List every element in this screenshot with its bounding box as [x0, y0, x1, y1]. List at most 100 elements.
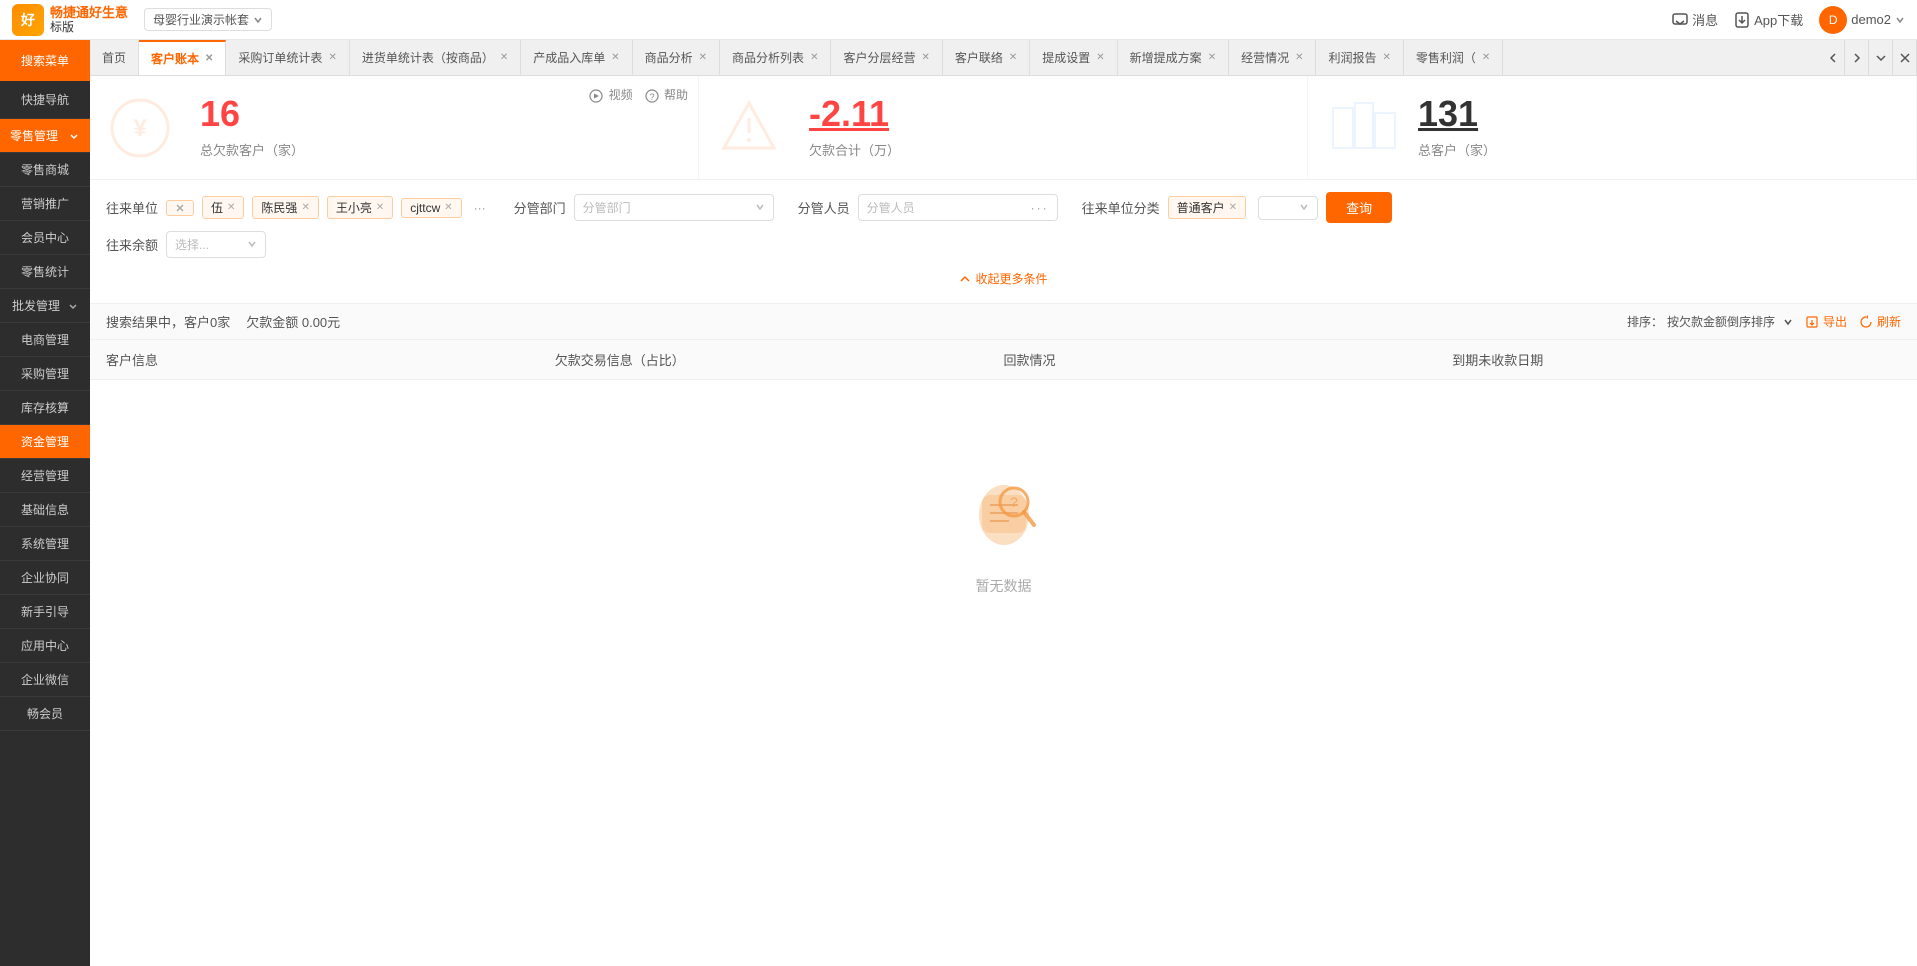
sidebar-item-quick-nav[interactable]: 快捷导航 — [0, 81, 90, 119]
person-label: 分管人员 — [798, 198, 850, 217]
logo: 好 畅捷通好生意 标版 — [12, 4, 128, 36]
search-menu-label[interactable]: 搜索菜单 — [8, 48, 82, 73]
tab-close-advance-settings[interactable]: ✕ — [1096, 52, 1104, 63]
person-select[interactable]: 分管人员 ··· — [858, 194, 1058, 221]
table-header: 客户信息 欠款交易信息（占比） 回款情况 到期未收款日期 — [90, 340, 1917, 380]
stat-label-debt: 欠款合计（万） — [809, 140, 900, 159]
remove-tag-cjttcw[interactable]: ✕ — [444, 202, 452, 213]
export-button[interactable]: 导出 — [1805, 313, 1847, 330]
sidebar-search-area[interactable]: 搜索菜单 — [0, 40, 90, 81]
sidebar-item-wechat[interactable]: 企业微信 — [0, 663, 90, 697]
filter-section: 往来单位 伍 ✕ 陈民强 ✕ 王小亮 — [90, 180, 1917, 304]
tab-purchase-orders[interactable]: 采购订单统计表 ✕ — [226, 40, 349, 76]
filter-tag-unit-all — [166, 200, 194, 216]
tab-new-advance[interactable]: 新增提成方案 ✕ — [1118, 40, 1229, 76]
sidebar-item-app-center[interactable]: 应用中心 — [0, 629, 90, 663]
sort-area: 排序： 按欠款金额倒序排序 — [1627, 313, 1793, 330]
remove-tag-wang[interactable]: ✕ — [376, 202, 384, 213]
svg-text:¥: ¥ — [133, 115, 147, 142]
tab-product-analysis[interactable]: 商品分析 ✕ — [633, 40, 720, 76]
tab-bar: 首页 客户账本 ✕ 采购订单统计表 ✕ 进货单统计表（按商品） ✕ 产成品入库单… — [90, 40, 1917, 76]
sidebar-item-enterprise[interactable]: 企业协同 — [0, 561, 90, 595]
tab-customer-account[interactable]: 客户账本 ✕ — [139, 40, 226, 76]
help-link[interactable]: ? 帮助 — [645, 86, 688, 103]
svg-text:?: ? — [1010, 494, 1018, 510]
sort-select[interactable]: 按欠款金额倒序排序 — [1667, 313, 1793, 330]
balance-select[interactable]: 选择... — [166, 231, 266, 258]
tab-purchase-stats[interactable]: 进货单统计表（按商品） ✕ — [350, 40, 521, 76]
query-button[interactable]: 查询 — [1326, 192, 1392, 223]
empty-text: 暂无数据 — [976, 576, 1032, 596]
sidebar-item-newbie[interactable]: 新手引导 — [0, 595, 90, 629]
tab-close-operations[interactable]: ✕ — [1295, 52, 1303, 63]
sidebar-item-retail-mall[interactable]: 零售商城 — [0, 153, 90, 187]
tab-operations[interactable]: 经营情况 ✕ — [1229, 40, 1316, 76]
refresh-button[interactable]: 刷新 — [1859, 313, 1901, 330]
filter-tag-normal-customer: 普通客户 ✕ — [1168, 196, 1246, 219]
tab-close-customer-account[interactable]: ✕ — [205, 53, 213, 64]
stats-row: ¥ 16 总欠款客户（家） 视频 — [90, 76, 1917, 180]
unit-label: 往来单位 — [106, 198, 158, 217]
sidebar-item-finance[interactable]: 资金管理 — [0, 425, 90, 459]
tab-close-profit-report[interactable]: ✕ — [1383, 52, 1391, 63]
video-link[interactable]: 视频 — [589, 86, 632, 103]
tab-close-all[interactable] — [1893, 40, 1917, 76]
tab-advance-settings[interactable]: 提成设置 ✕ — [1030, 40, 1117, 76]
store-selector[interactable]: 母婴行业演示帐套 — [144, 8, 272, 31]
collapse-btn[interactable]: 收起更多条件 — [947, 266, 1059, 291]
remove-tag-chen[interactable]: ✕ — [301, 202, 309, 213]
tab-home[interactable]: 首页 — [90, 40, 139, 76]
tab-profit-report[interactable]: 利润报告 ✕ — [1316, 40, 1403, 76]
tab-nav-dropdown[interactable] — [1869, 40, 1893, 76]
tab-close-customer-segment[interactable]: ✕ — [921, 52, 929, 63]
filter-more-units[interactable]: ··· — [470, 199, 490, 217]
result-bar: 搜索结果中，客户0家 欠款金额 0.00元 排序： 按欠款金额倒序排序 — [90, 304, 1917, 340]
empty-icon: ? — [954, 460, 1054, 560]
tab-product-analysis-list[interactable]: 商品分析列表 ✕ — [720, 40, 831, 76]
tab-retail-profit[interactable]: 零售利润（ ✕ — [1404, 40, 1503, 76]
app-download-btn[interactable]: App下载 — [1734, 10, 1803, 29]
result-actions: 排序： 按欠款金额倒序排序 导出 刷新 — [1627, 313, 1901, 330]
tab-nav-left[interactable] — [1821, 40, 1845, 76]
remove-tag-normal-customer[interactable]: ✕ — [1229, 202, 1237, 213]
tab-close-product-analysis[interactable]: ✕ — [699, 52, 707, 63]
balance-label: 往来余额 — [106, 235, 158, 254]
top-bar: 好 畅捷通好生意 标版 母婴行业演示帐套 消息 App下载 D demo2 — [0, 0, 1917, 40]
unit-class-select[interactable] — [1258, 196, 1318, 220]
sidebar-item-system[interactable]: 系统管理 — [0, 527, 90, 561]
tab-close-retail-profit[interactable]: ✕ — [1482, 52, 1490, 63]
sidebar-item-purchase[interactable]: 采购管理 — [0, 357, 90, 391]
logo-text: 畅捷通好生意 标版 — [50, 5, 128, 35]
tab-close-production-stock[interactable]: ✕ — [611, 52, 619, 63]
sidebar-item-retail-stats[interactable]: 零售统计 — [0, 255, 90, 289]
sidebar-item-operations-mgmt[interactable]: 经营管理 — [0, 459, 90, 493]
sidebar-item-base-info[interactable]: 基础信息 — [0, 493, 90, 527]
sidebar-item-ecommerce[interactable]: 电商管理 — [0, 323, 90, 357]
sidebar-item-wholesale[interactable]: 批发管理 — [0, 289, 90, 323]
tab-close-purchase-orders[interactable]: ✕ — [328, 52, 336, 63]
tab-close-product-analysis-list[interactable]: ✕ — [810, 52, 818, 63]
tab-production-stock[interactable]: 产成品入库单 ✕ — [521, 40, 632, 76]
tab-close-customer-contact[interactable]: ✕ — [1009, 52, 1017, 63]
message-btn[interactable]: 消息 — [1672, 10, 1718, 29]
tab-close-new-advance[interactable]: ✕ — [1208, 52, 1216, 63]
col-header-date: 到期未收款日期 — [1452, 350, 1901, 369]
user-menu[interactable]: D demo2 — [1819, 6, 1905, 34]
remove-tag-wu[interactable]: ✕ — [227, 202, 235, 213]
col-header-debt: 欠款交易信息（占比） — [555, 350, 1004, 369]
stat-number-debt: -2.11 — [809, 96, 900, 132]
tab-customer-contact[interactable]: 客户联络 ✕ — [943, 40, 1030, 76]
sidebar-item-retail[interactable]: 零售管理 — [0, 119, 90, 153]
tab-customer-segment[interactable]: 客户分层经营 ✕ — [831, 40, 942, 76]
logo-icon: 好 — [12, 4, 44, 36]
stat-total-customers: ¥ 16 总欠款客户（家） 视频 — [90, 76, 699, 179]
sidebar-item-membership[interactable]: 畅会员 — [0, 697, 90, 731]
sidebar-item-member[interactable]: 会员中心 — [0, 221, 90, 255]
sidebar-item-marketing[interactable]: 营销推广 — [0, 187, 90, 221]
filter-tag-wu: 伍 ✕ — [202, 196, 244, 219]
filter-row-2: 往来余额 选择... — [106, 231, 1901, 258]
tab-close-purchase-stats[interactable]: ✕ — [500, 52, 508, 63]
tab-nav-right[interactable] — [1845, 40, 1869, 76]
sidebar-item-inventory[interactable]: 库存核算 — [0, 391, 90, 425]
dept-select[interactable]: 分管部门 — [574, 194, 774, 221]
